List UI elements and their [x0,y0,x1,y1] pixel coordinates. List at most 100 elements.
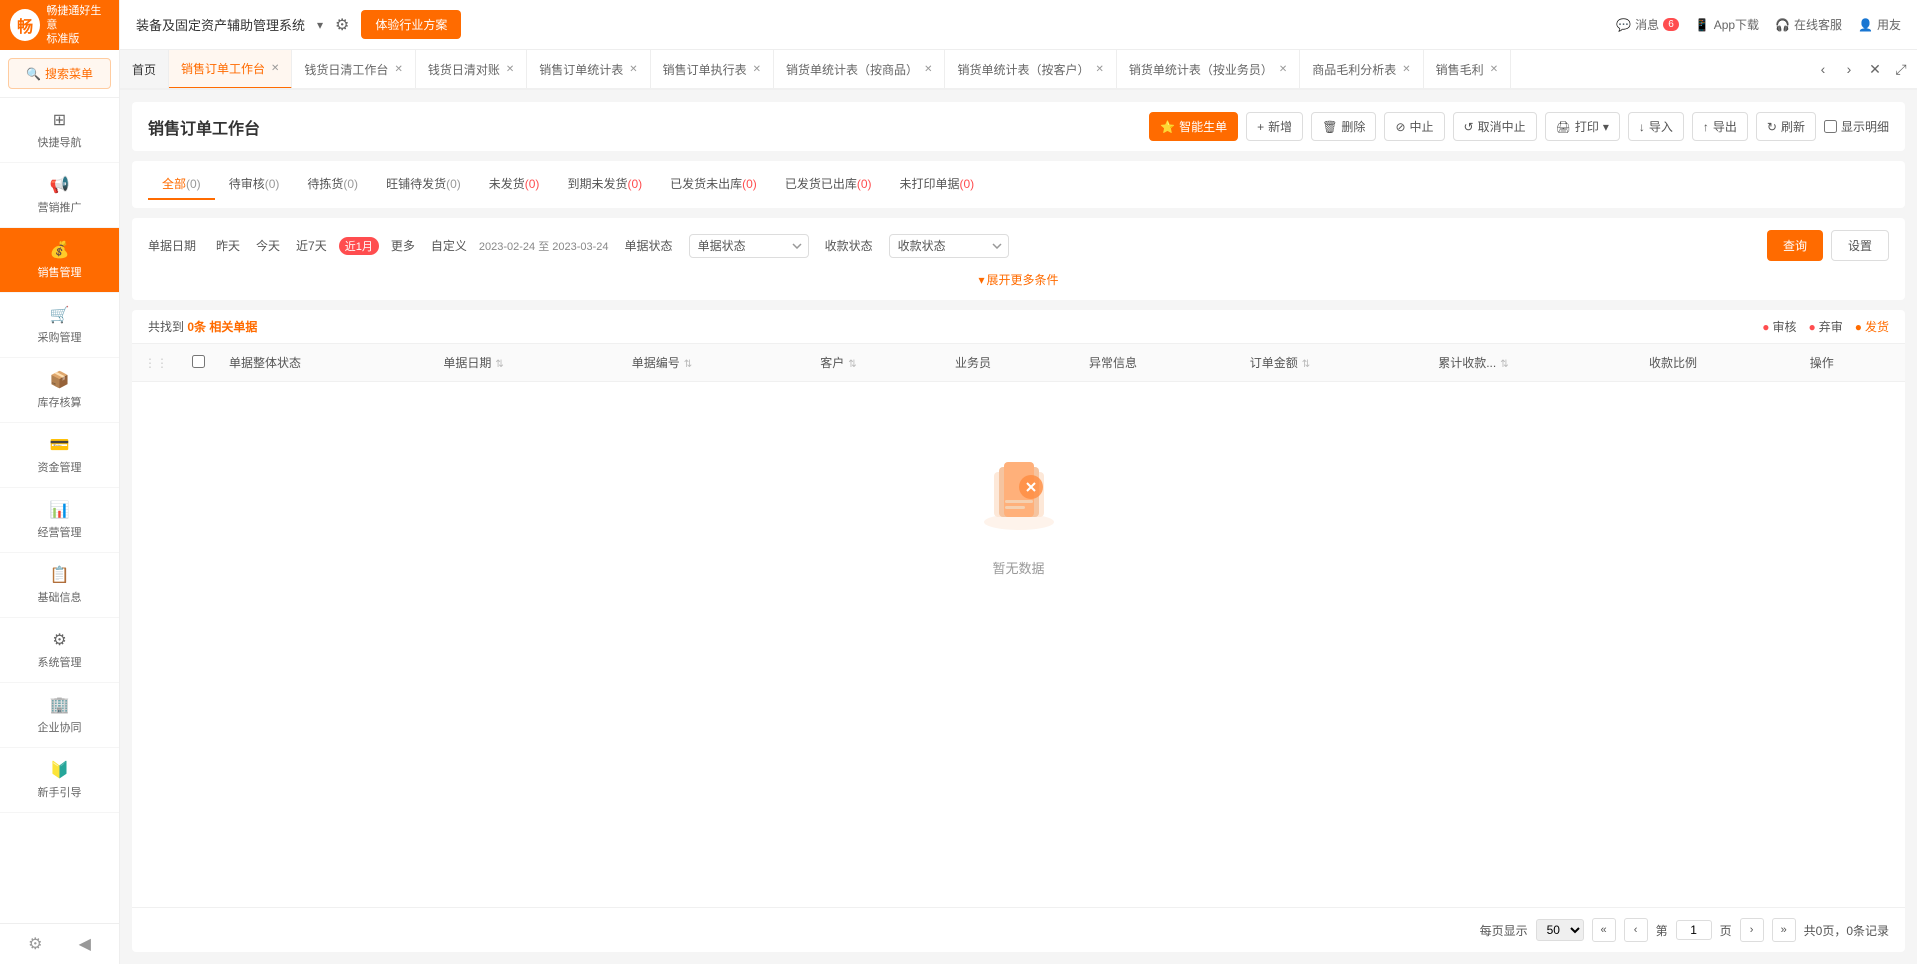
show-detail-label[interactable]: 显示明细 [1824,118,1889,135]
search-menu-button[interactable]: 🔍 搜索菜单 [8,58,111,89]
sidebar-item-finance[interactable]: 💳资金管理 [0,423,119,488]
date-opt-7days[interactable]: 近7天 [292,235,331,256]
show-detail-checkbox[interactable] [1824,120,1837,133]
th-check[interactable] [180,344,217,382]
tab-close-margin-analysis[interactable]: ✕ [1402,64,1410,75]
batch-review-btn[interactable]: ● 审核 [1762,318,1796,335]
filter-tab-shipped-in[interactable]: 已发货已出库(0) [771,169,886,200]
tab-sales-stats[interactable]: 销售订单统计表✕ [527,50,650,89]
bill-status-select[interactable]: 单据状态 [689,234,809,258]
tab-home[interactable]: 首页 [120,50,169,89]
message-item[interactable]: 💬 消息 6 [1616,16,1679,33]
system-dropdown[interactable]: ▾ [317,18,323,32]
cancel-pause-btn[interactable]: ↺ 取消中止 [1453,112,1537,141]
industry-solution-btn[interactable]: 体验行业方案 [361,10,461,39]
settings-bottom-icon[interactable]: ⚙ [28,934,42,954]
sidebar-item-guide[interactable]: 🔰新手引导 [0,748,119,813]
tab-cash-daily[interactable]: 钱货日清工作台✕ [292,50,415,89]
pause-btn[interactable]: ⊘ 中止 [1384,112,1444,141]
tab-cash-reconcile[interactable]: 钱货日清对账✕ [416,50,527,89]
prev-page-btn[interactable]: ‹ [1624,918,1648,942]
print-icon: 🖨 [1556,120,1571,134]
sidebar-item-operations[interactable]: 📊经营管理 [0,488,119,553]
page-input[interactable] [1676,920,1712,940]
batch-ship-btn[interactable]: ● 发货 [1855,318,1889,335]
online-service-item[interactable]: 🎧 在线客服 [1775,16,1842,33]
nav-label-enterprise: 企业协同 [38,719,82,735]
filter-tab-not-printed[interactable]: 未打印单据(0) [886,169,989,200]
filter-tab-pending-review[interactable]: 待审核(0) [215,169,294,200]
tab-close-sales-summary-product[interactable]: ✕ [924,64,932,75]
date-opt-more[interactable]: 更多 [387,235,419,256]
sidebar-item-marketing[interactable]: 📢营销推广 [0,163,119,228]
date-opt-today[interactable]: 今天 [252,235,284,256]
tab-close-sales-summary-customer[interactable]: ✕ [1095,64,1103,75]
import-btn[interactable]: ↓ 导入 [1628,112,1684,141]
date-opt-yesterday[interactable]: 昨天 [212,235,244,256]
next-page-btn[interactable]: › [1740,918,1764,942]
batch-cancel-review-btn[interactable]: ● 弃审 [1808,318,1842,335]
nav-icon-guide: 🔰 [50,760,70,780]
nav-icon-sales: 💰 [50,240,70,260]
filter-tab-all[interactable]: 全部(0) [148,169,215,200]
date-opt-1month[interactable]: 近1月 [339,237,379,255]
th-number[interactable]: 单据编号 [620,344,808,382]
add-btn[interactable]: + 新增 [1246,112,1303,141]
tab-close-sales-exec[interactable]: ✕ [753,64,761,75]
query-btn[interactable]: 查询 [1767,230,1823,261]
tab-close-cash-reconcile[interactable]: ✕ [506,64,514,75]
app-download-item[interactable]: 📱 App下载 [1695,16,1759,33]
tab-maximize[interactable]: ⤢ [1889,57,1913,81]
ship-dot: ● [1855,320,1862,334]
select-all-checkbox[interactable] [192,355,205,368]
expand-conditions-btn[interactable]: ▾ 展开更多条件 [978,271,1058,288]
filter-tab-wangpu-pending[interactable]: 旺铺待发货(0) [372,169,475,200]
tab-close-sales-stats[interactable]: ✕ [629,64,637,75]
smart-create-btn[interactable]: ⭐ 智能生单 [1149,112,1238,141]
sidebar-item-purchase[interactable]: 🛒采购管理 [0,293,119,358]
th-collected[interactable]: 累计收款... [1426,344,1637,382]
payment-status-select[interactable]: 收款状态 [889,234,1009,258]
tab-sales-exec[interactable]: 销售订单执行表✕ [651,50,774,89]
export-btn[interactable]: ↑ 导出 [1692,112,1748,141]
sidebar-item-enterprise[interactable]: 🏢企业协同 [0,683,119,748]
page-size-select[interactable]: 50 [1536,919,1584,941]
filter-tab-label-not-printed: 未打印单据 [900,177,960,191]
th-date[interactable]: 单据日期 [431,344,619,382]
tab-sales-gross[interactable]: 销售毛利 ✕ [1424,50,1511,89]
collapse-sidebar-btn[interactable]: ◀ [79,934,91,954]
user-item[interactable]: 👤 用友 [1858,16,1901,33]
first-page-btn[interactable]: « [1592,918,1616,942]
tab-sales-summary-product[interactable]: 销货单统计表（按商品）✕ [774,50,945,89]
tab-scroll-left[interactable]: ‹ [1811,57,1835,81]
refresh-btn[interactable]: ↻ 刷新 [1756,112,1816,141]
th-amount[interactable]: 订单金额 [1238,344,1426,382]
tab-margin-analysis[interactable]: 商品毛利分析表✕ [1300,50,1423,89]
sidebar-item-quick-nav[interactable]: ⊞快捷导航 [0,98,119,163]
tab-sales-summary-staff[interactable]: 销货单统计表（按业务员）✕ [1117,50,1300,89]
last-page-btn[interactable]: » [1772,918,1796,942]
tab-close-sales-gross[interactable]: ✕ [1490,64,1498,75]
tab-sales-summary-customer[interactable]: 销货单统计表（按客户）✕ [945,50,1116,89]
sidebar-item-sales[interactable]: 💰销售管理 [0,228,119,293]
settings-btn[interactable]: 设置 [1831,230,1889,261]
sidebar-item-inventory[interactable]: 📦库存核算 [0,358,119,423]
tab-close-all[interactable]: ✕ [1863,57,1887,81]
delete-btn[interactable]: 🗑 删除 [1311,112,1376,141]
topbar-settings-icon[interactable]: ⚙ [335,15,349,35]
filter-tab-pending-inspect[interactable]: 待拣货(0) [293,169,372,200]
tab-close-cash-daily[interactable]: ✕ [394,64,402,75]
tab-label-sales-gross: 销售毛利 [1436,61,1484,78]
date-opt-custom[interactable]: 自定义 [427,235,471,256]
filter-tab-not-shipped[interactable]: 未发货(0) [475,169,554,200]
sidebar-item-basic[interactable]: 📋基础信息 [0,553,119,618]
th-customer[interactable]: 客户 [808,344,943,382]
tab-scroll-right[interactable]: › [1837,57,1861,81]
print-btn[interactable]: 🖨 打印 ▾ [1545,112,1620,141]
filter-tab-shipped-not-in[interactable]: 已发货未出库(0) [656,169,771,200]
tab-close-sales-order[interactable]: ✕ [271,63,279,74]
filter-tab-expired-not-shipped[interactable]: 到期未发货(0) [553,169,656,200]
tab-close-sales-summary-staff[interactable]: ✕ [1279,64,1287,75]
sidebar-item-system[interactable]: ⚙系统管理 [0,618,119,683]
tab-sales-order[interactable]: 销售订单工作台✕ [169,50,292,89]
